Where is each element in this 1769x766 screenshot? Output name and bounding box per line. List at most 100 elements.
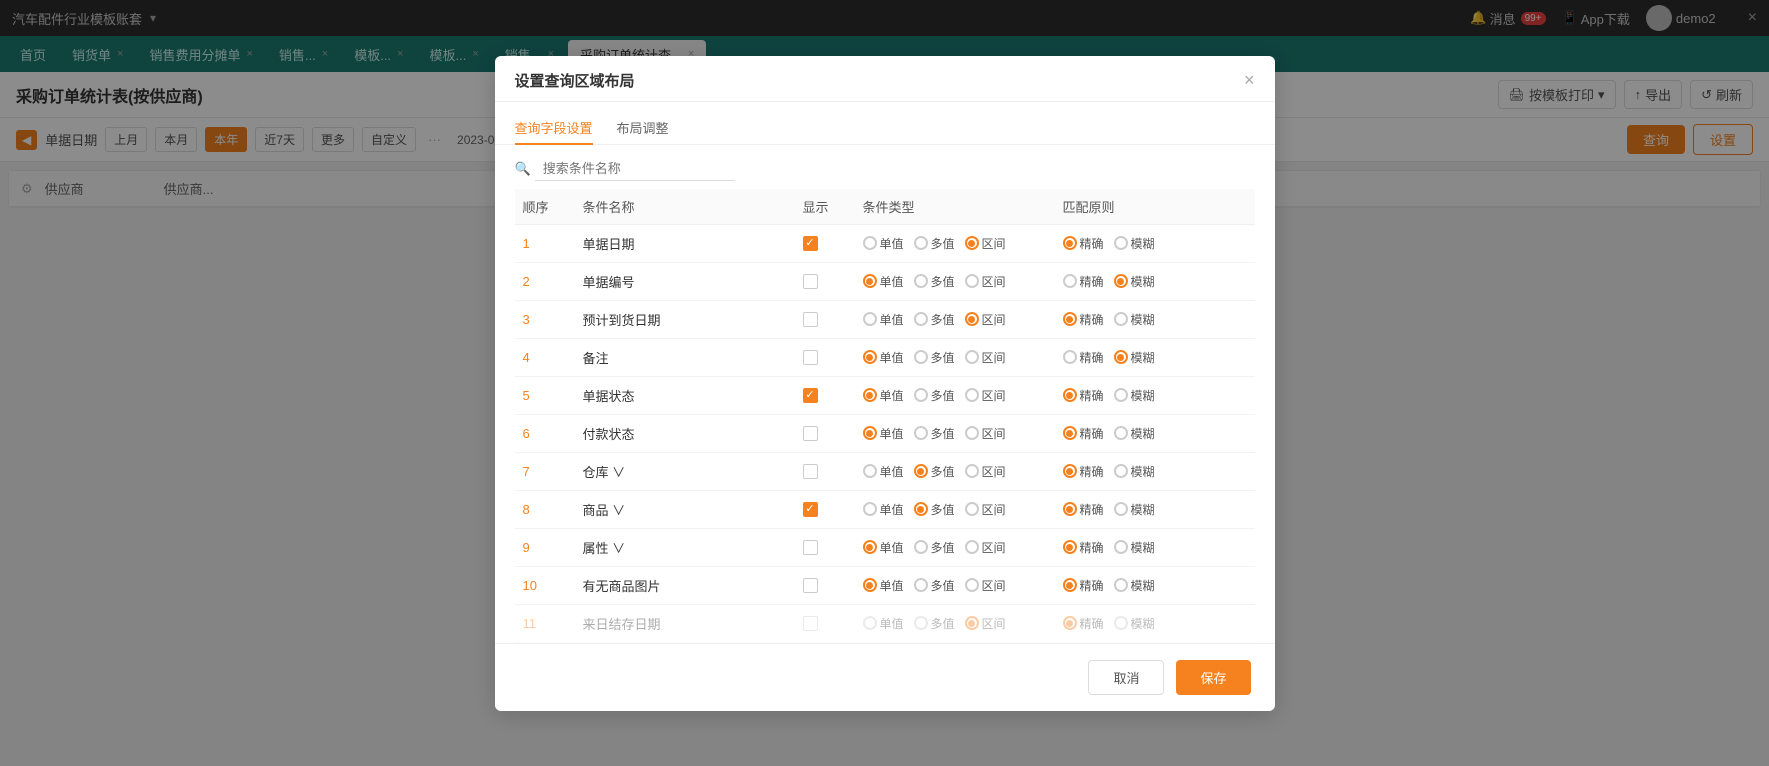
display-checkbox-11[interactable]	[803, 616, 818, 631]
row-display-6[interactable]	[795, 426, 855, 441]
match-radio-精确[interactable]: 精确	[1063, 235, 1104, 252]
radio-label: 精确	[1080, 273, 1104, 290]
row-display-3[interactable]	[795, 312, 855, 327]
tab-layout[interactable]: 布局调整	[617, 112, 669, 145]
radio-label: 精确	[1080, 425, 1104, 442]
type-radio-单值[interactable]: 单值	[863, 349, 904, 366]
type-radio-单值[interactable]: 单值	[863, 235, 904, 252]
match-radio-模糊[interactable]: 模糊	[1114, 273, 1155, 290]
type-radio-单值[interactable]: 单值	[863, 273, 904, 290]
modal-close-btn[interactable]: ×	[1244, 70, 1255, 91]
type-radio-多值[interactable]: 多值	[914, 501, 955, 518]
display-checkbox-2[interactable]	[803, 274, 818, 289]
match-radio-模糊[interactable]: 模糊	[1114, 615, 1155, 632]
row-display-4[interactable]	[795, 350, 855, 365]
display-checkbox-1[interactable]	[803, 236, 818, 251]
type-radio-多值[interactable]: 多值	[914, 273, 955, 290]
display-checkbox-3[interactable]	[803, 312, 818, 327]
type-radio-多值[interactable]: 多值	[914, 349, 955, 366]
type-radio-区间[interactable]: 区间	[965, 311, 1006, 328]
row-display-10[interactable]	[795, 578, 855, 593]
type-radio-多值[interactable]: 多值	[914, 615, 955, 632]
match-radio-模糊[interactable]: 模糊	[1114, 501, 1155, 518]
radio-circle	[863, 616, 877, 630]
match-radio-精确[interactable]: 精确	[1063, 501, 1104, 518]
match-radio-精确[interactable]: 精确	[1063, 615, 1104, 632]
match-radio-模糊[interactable]: 模糊	[1114, 387, 1155, 404]
modal-search-input[interactable]	[535, 157, 735, 181]
display-checkbox-6[interactable]	[803, 426, 818, 441]
display-checkbox-7[interactable]	[803, 464, 818, 479]
row-order-1: 1	[515, 236, 575, 251]
type-radio-多值[interactable]: 多值	[914, 235, 955, 252]
type-radio-多值[interactable]: 多值	[914, 577, 955, 594]
row-display-2[interactable]	[795, 274, 855, 289]
type-radio-单值[interactable]: 单值	[863, 615, 904, 632]
match-radio-精确[interactable]: 精确	[1063, 273, 1104, 290]
radio-circle	[863, 350, 877, 364]
row-name-9: 属性 ∨	[575, 538, 795, 557]
type-radio-区间[interactable]: 区间	[965, 425, 1006, 442]
radio-label: 模糊	[1131, 463, 1155, 480]
type-radio-区间[interactable]: 区间	[965, 577, 1006, 594]
match-radio-精确[interactable]: 精确	[1063, 387, 1104, 404]
match-radio-模糊[interactable]: 模糊	[1114, 349, 1155, 366]
match-radio-模糊[interactable]: 模糊	[1114, 577, 1155, 594]
match-radio-精确[interactable]: 精确	[1063, 311, 1104, 328]
type-radio-单值[interactable]: 单值	[863, 387, 904, 404]
radio-circle	[914, 426, 928, 440]
row-display-8[interactable]	[795, 502, 855, 517]
row-display-1[interactable]	[795, 236, 855, 251]
type-radio-group-9: 单值多值区间	[863, 539, 1006, 556]
type-radio-区间[interactable]: 区间	[965, 463, 1006, 480]
row-display-11[interactable]	[795, 616, 855, 631]
table-row: 10有无商品图片单值多值区间精确模糊	[515, 567, 1255, 605]
tab-fields[interactable]: 查询字段设置	[515, 112, 593, 145]
display-checkbox-5[interactable]	[803, 388, 818, 403]
radio-circle	[1114, 388, 1128, 402]
row-match-1: 精确模糊	[1055, 235, 1255, 252]
type-radio-单值[interactable]: 单值	[863, 425, 904, 442]
match-radio-精确[interactable]: 精确	[1063, 577, 1104, 594]
type-radio-区间[interactable]: 区间	[965, 615, 1006, 632]
match-radio-精确[interactable]: 精确	[1063, 539, 1104, 556]
match-radio-模糊[interactable]: 模糊	[1114, 463, 1155, 480]
type-radio-单值[interactable]: 单值	[863, 463, 904, 480]
cancel-btn[interactable]: 取消	[1088, 660, 1164, 695]
type-radio-group-2: 单值多值区间	[863, 273, 1006, 290]
row-display-7[interactable]	[795, 464, 855, 479]
match-radio-模糊[interactable]: 模糊	[1114, 425, 1155, 442]
type-radio-单值[interactable]: 单值	[863, 577, 904, 594]
type-radio-区间[interactable]: 区间	[965, 501, 1006, 518]
display-checkbox-9[interactable]	[803, 540, 818, 555]
display-checkbox-10[interactable]	[803, 578, 818, 593]
match-radio-精确[interactable]: 精确	[1063, 425, 1104, 442]
radio-label: 模糊	[1131, 425, 1155, 442]
radio-circle	[965, 388, 979, 402]
row-display-9[interactable]	[795, 540, 855, 555]
type-radio-group-8: 单值多值区间	[863, 501, 1006, 518]
type-radio-区间[interactable]: 区间	[965, 387, 1006, 404]
type-radio-多值[interactable]: 多值	[914, 463, 955, 480]
match-radio-模糊[interactable]: 模糊	[1114, 539, 1155, 556]
type-radio-多值[interactable]: 多值	[914, 425, 955, 442]
row-name-5: 单据状态	[575, 386, 795, 405]
display-checkbox-8[interactable]	[803, 502, 818, 517]
match-radio-模糊[interactable]: 模糊	[1114, 311, 1155, 328]
match-radio-精确[interactable]: 精确	[1063, 463, 1104, 480]
save-btn[interactable]: 保存	[1176, 660, 1250, 695]
type-radio-单值[interactable]: 单值	[863, 539, 904, 556]
type-radio-区间[interactable]: 区间	[965, 235, 1006, 252]
type-radio-区间[interactable]: 区间	[965, 349, 1006, 366]
type-radio-多值[interactable]: 多值	[914, 311, 955, 328]
type-radio-单值[interactable]: 单值	[863, 501, 904, 518]
match-radio-精确[interactable]: 精确	[1063, 349, 1104, 366]
match-radio-模糊[interactable]: 模糊	[1114, 235, 1155, 252]
type-radio-区间[interactable]: 区间	[965, 273, 1006, 290]
type-radio-区间[interactable]: 区间	[965, 539, 1006, 556]
display-checkbox-4[interactable]	[803, 350, 818, 365]
row-display-5[interactable]	[795, 388, 855, 403]
type-radio-多值[interactable]: 多值	[914, 387, 955, 404]
type-radio-单值[interactable]: 单值	[863, 311, 904, 328]
type-radio-多值[interactable]: 多值	[914, 539, 955, 556]
